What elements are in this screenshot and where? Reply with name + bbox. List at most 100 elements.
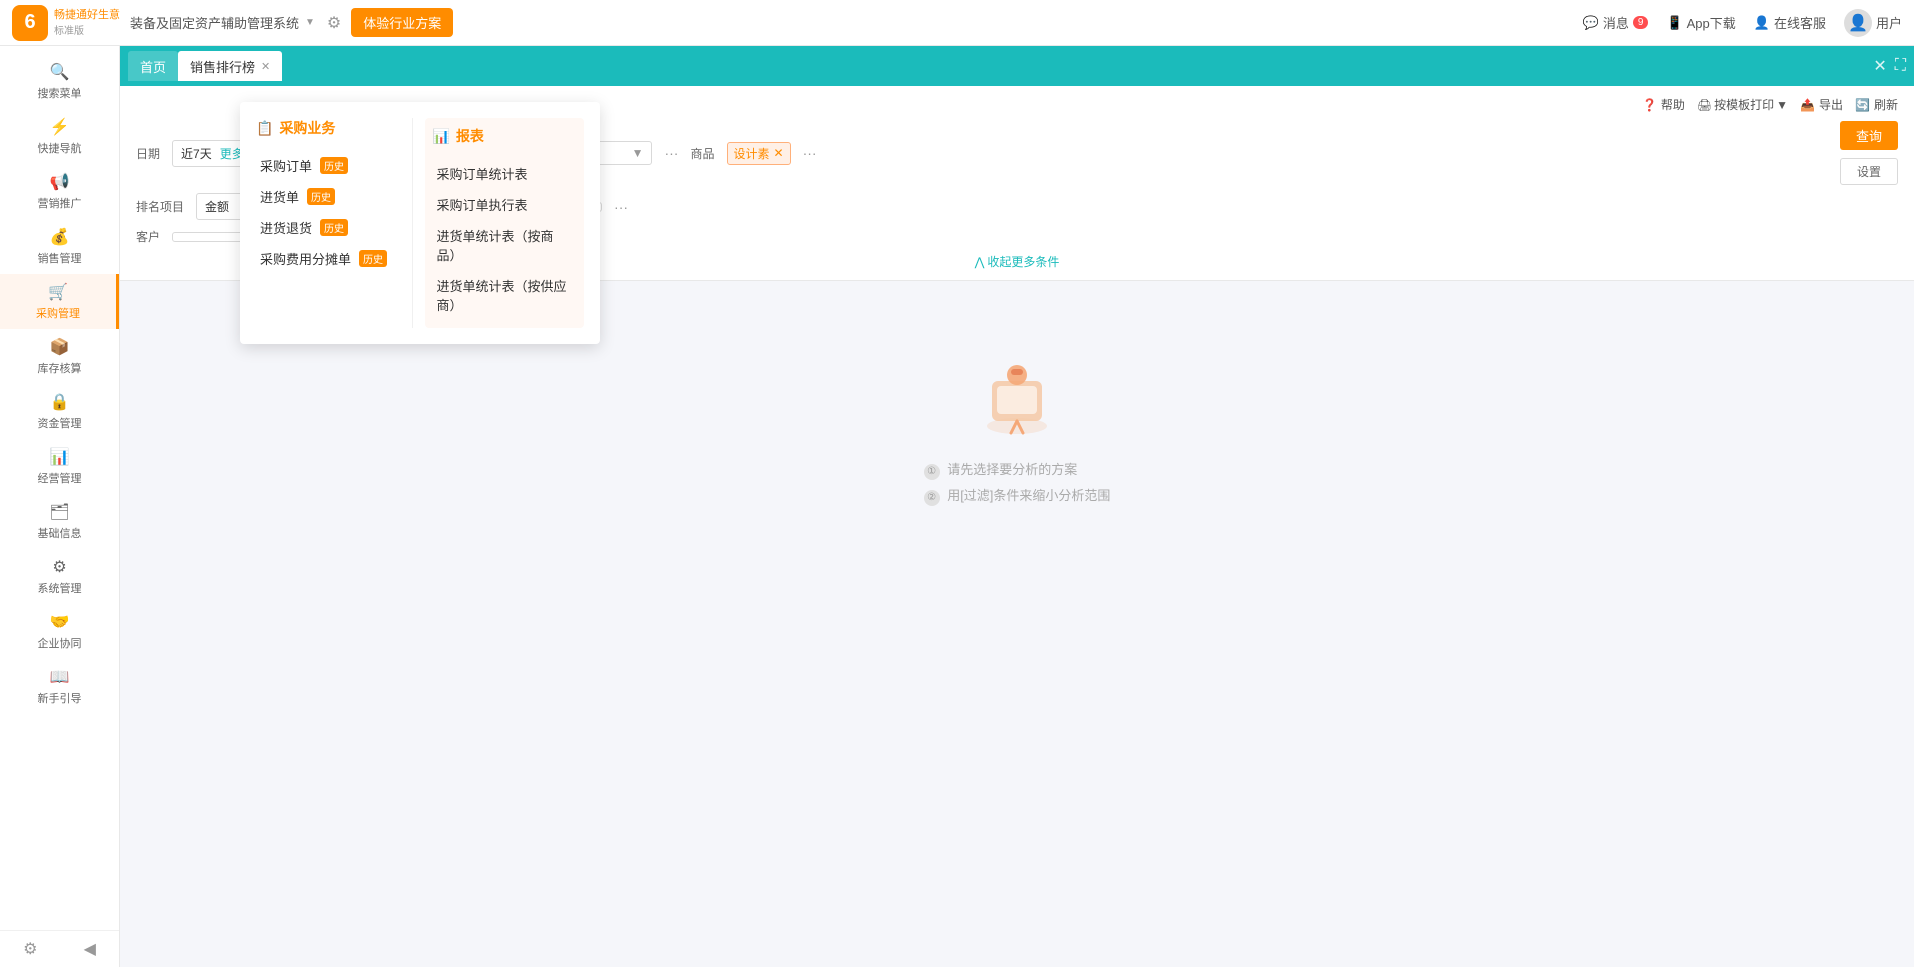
- top-bar: 6 畅捷通好生意 标准版 装备及固定资产辅助管理系统 ▼ ⚙ 体验行业方案 💬 …: [0, 0, 1914, 46]
- user-btn[interactable]: 👤 用户: [1844, 9, 1902, 37]
- sidebar-item-marketing[interactable]: 📢 营销推广: [0, 164, 119, 219]
- inventory-icon: 📦: [50, 337, 70, 357]
- collapse-up-icon: ⋀: [975, 255, 985, 269]
- goods-dots[interactable]: ···: [803, 145, 817, 161]
- guide-icon: 📖: [50, 667, 70, 687]
- tab-sales-ranking[interactable]: 销售排行榜 ✕: [178, 51, 282, 81]
- voucher-status-caret: ▼: [632, 146, 644, 160]
- refresh-icon: 🔄: [1855, 98, 1870, 112]
- menu-reports-section: 📊 报表 采购订单统计表 采购订单执行表 进货单统计表（按商品） 进货单统计表（…: [425, 118, 585, 328]
- menu-report-order-stats[interactable]: 采购订单统计表: [433, 158, 577, 189]
- sidebar-item-quick-nav[interactable]: ⚡ 快捷导航: [0, 109, 119, 164]
- tab-action-close-icon[interactable]: ✕: [1873, 56, 1886, 76]
- goods-label: 商品: [690, 145, 714, 162]
- logo-sub: 标准版: [54, 22, 120, 37]
- sidebar-item-funds[interactable]: 🔒 资金管理: [0, 384, 119, 439]
- setting-btn[interactable]: 设置: [1840, 158, 1898, 185]
- query-btn[interactable]: 查询: [1840, 121, 1898, 150]
- purchase-section-icon: 📋: [256, 120, 273, 137]
- menu-purchase-expense[interactable]: 采购费用分摊单 历史: [256, 243, 400, 274]
- online-service-btn[interactable]: 👤 在线客服: [1754, 13, 1826, 32]
- reports-section-title: 📊 报表: [433, 126, 577, 146]
- content-area: 首页 销售排行榜 ✕ ✕ ⛶ ❓: [120, 46, 1914, 967]
- sidebar-item-basic-info[interactable]: 🗂 基础信息: [0, 494, 119, 549]
- main-area: 🔍 搜索菜单 ⚡ 快捷导航 📢 营销推广 💰 销售管理 🛒 采购管理: [0, 46, 1914, 967]
- salesperson-dots[interactable]: ···: [614, 199, 628, 215]
- settings-gear-icon[interactable]: ⚙: [327, 13, 341, 33]
- purchase-icon: 🛒: [48, 282, 68, 302]
- system-title: 装备及固定资产辅助管理系统 ▼ ⚙: [130, 13, 341, 33]
- export-btn[interactable]: 📤 导出: [1800, 96, 1843, 113]
- export-icon: 📤: [1800, 98, 1815, 112]
- sidebar-item-sales[interactable]: 💰 销售管理: [0, 219, 119, 274]
- print-btn[interactable]: 🖨 按模板打印 ▼: [1697, 96, 1788, 113]
- operations-icon: 📊: [50, 447, 70, 467]
- phone-icon: 📱: [1666, 15, 1682, 31]
- sidebar-nav: 🔍 搜索菜单 ⚡ 快捷导航 📢 营销推广 💰 销售管理 🛒 采购管理: [0, 46, 119, 722]
- menu-divider: [412, 118, 413, 328]
- purchase-section-title: 📋 采购业务: [256, 118, 400, 138]
- menu-purchase-order[interactable]: 采购订单 历史: [256, 150, 400, 181]
- logo-icon: 6: [12, 5, 48, 41]
- sidebar-item-operations[interactable]: 📊 经营管理: [0, 439, 119, 494]
- app-download-btn[interactable]: 📱 App下载: [1666, 13, 1735, 32]
- sidebar-item-guide[interactable]: 📖 新手引导: [0, 659, 119, 714]
- top-right: 💬 消息 9 📱 App下载 👤 在线客服 👤 用户: [1583, 9, 1902, 37]
- empty-icon: [967, 361, 1067, 441]
- goods-tag[interactable]: 设计素 ✕: [727, 142, 791, 165]
- sales-icon: 💰: [50, 227, 70, 247]
- collapse-btn[interactable]: ⋀ 收起更多条件: [975, 253, 1060, 270]
- menu-report-receipt-by-supplier[interactable]: 进货单统计表（按供应商）: [433, 270, 577, 320]
- help-icon: ❓: [1642, 98, 1657, 112]
- customer-label: 客户: [136, 228, 160, 245]
- sidebar-item-purchase[interactable]: 🛒 采购管理: [0, 274, 119, 329]
- message-badge: 9: [1633, 16, 1649, 29]
- empty-text: ① 请先选择要分析的方案 ② 用[过滤]条件来缩小分析范围: [924, 457, 1111, 509]
- ranking-label: 排名项目: [136, 198, 184, 215]
- quick-nav-icon: ⚡: [50, 117, 70, 137]
- purchase-return-badge: 历史: [320, 219, 348, 236]
- menu-report-receipt-by-goods[interactable]: 进货单统计表（按商品）: [433, 220, 577, 270]
- funds-icon: 🔒: [50, 392, 70, 412]
- sidebar-settings-icon[interactable]: ⚙: [23, 939, 37, 959]
- sidebar-item-search[interactable]: 🔍 搜索菜单: [0, 54, 119, 109]
- purchase-order-badge: 历史: [320, 157, 348, 174]
- purchase-expense-badge: 历史: [359, 250, 387, 267]
- menu-purchase-return[interactable]: 进货退货 历史: [256, 212, 400, 243]
- tab-bar: 首页 销售排行榜 ✕ ✕ ⛶: [120, 46, 1914, 86]
- tab-close-icon[interactable]: ✕: [261, 60, 270, 73]
- help-btn[interactable]: ❓ 帮助: [1642, 96, 1685, 113]
- menu-purchase-receipt[interactable]: 进货单 历史: [256, 181, 400, 212]
- sidebar-collapse-icon[interactable]: ◀: [84, 939, 96, 959]
- message-btn[interactable]: 💬 消息 9: [1583, 13, 1649, 32]
- tab-action-expand-icon[interactable]: ⛶: [1895, 57, 1906, 75]
- sidebar-item-system[interactable]: ⚙ 系统管理: [0, 549, 119, 604]
- logo-text: 畅捷通好生意: [54, 8, 120, 22]
- tab-home[interactable]: 首页: [128, 51, 178, 81]
- dropdown-menu: 📋 采购业务 采购订单 历史 进货单 历史 进货退货 历史: [240, 102, 600, 344]
- refresh-btn[interactable]: 🔄 刷新: [1855, 96, 1898, 113]
- menu-purchase-section: 📋 采购业务 采购订单 历史 进货单 历史 进货退货 历史: [256, 118, 400, 328]
- system-icon: ⚙: [52, 557, 66, 577]
- reports-section-icon: 📊: [433, 128, 450, 145]
- purchase-receipt-badge: 历史: [307, 188, 335, 205]
- print-dropdown-icon: ▼: [1776, 98, 1788, 112]
- goods-tag-remove[interactable]: ✕: [774, 146, 784, 160]
- logo-area: 6 畅捷通好生意 标准版: [12, 5, 122, 41]
- service-icon: 👤: [1754, 15, 1770, 31]
- basic-info-icon: 🗂: [49, 502, 69, 522]
- message-icon: 💬: [1583, 15, 1599, 31]
- voucher-status-dots[interactable]: ···: [664, 145, 678, 161]
- search-icon: 🔍: [50, 62, 70, 82]
- menu-report-order-exec[interactable]: 采购订单执行表: [433, 189, 577, 220]
- marketing-icon: 📢: [50, 172, 70, 192]
- industry-btn[interactable]: 体验行业方案: [351, 8, 453, 37]
- app-container: 6 畅捷通好生意 标准版 装备及固定资产辅助管理系统 ▼ ⚙ 体验行业方案 💬 …: [0, 0, 1914, 967]
- sidebar-item-inventory[interactable]: 📦 库存核算: [0, 329, 119, 384]
- user-avatar: 👤: [1844, 9, 1872, 37]
- system-title-dropdown[interactable]: ▼: [305, 17, 315, 28]
- sidebar: 🔍 搜索菜单 ⚡ 快捷导航 📢 营销推广 💰 销售管理 🛒 采购管理: [0, 46, 120, 967]
- print-icon: 🖨: [1697, 98, 1712, 112]
- sidebar-item-enterprise[interactable]: 🤝 企业协同: [0, 604, 119, 659]
- tab-actions: ✕ ⛶: [1873, 56, 1906, 76]
